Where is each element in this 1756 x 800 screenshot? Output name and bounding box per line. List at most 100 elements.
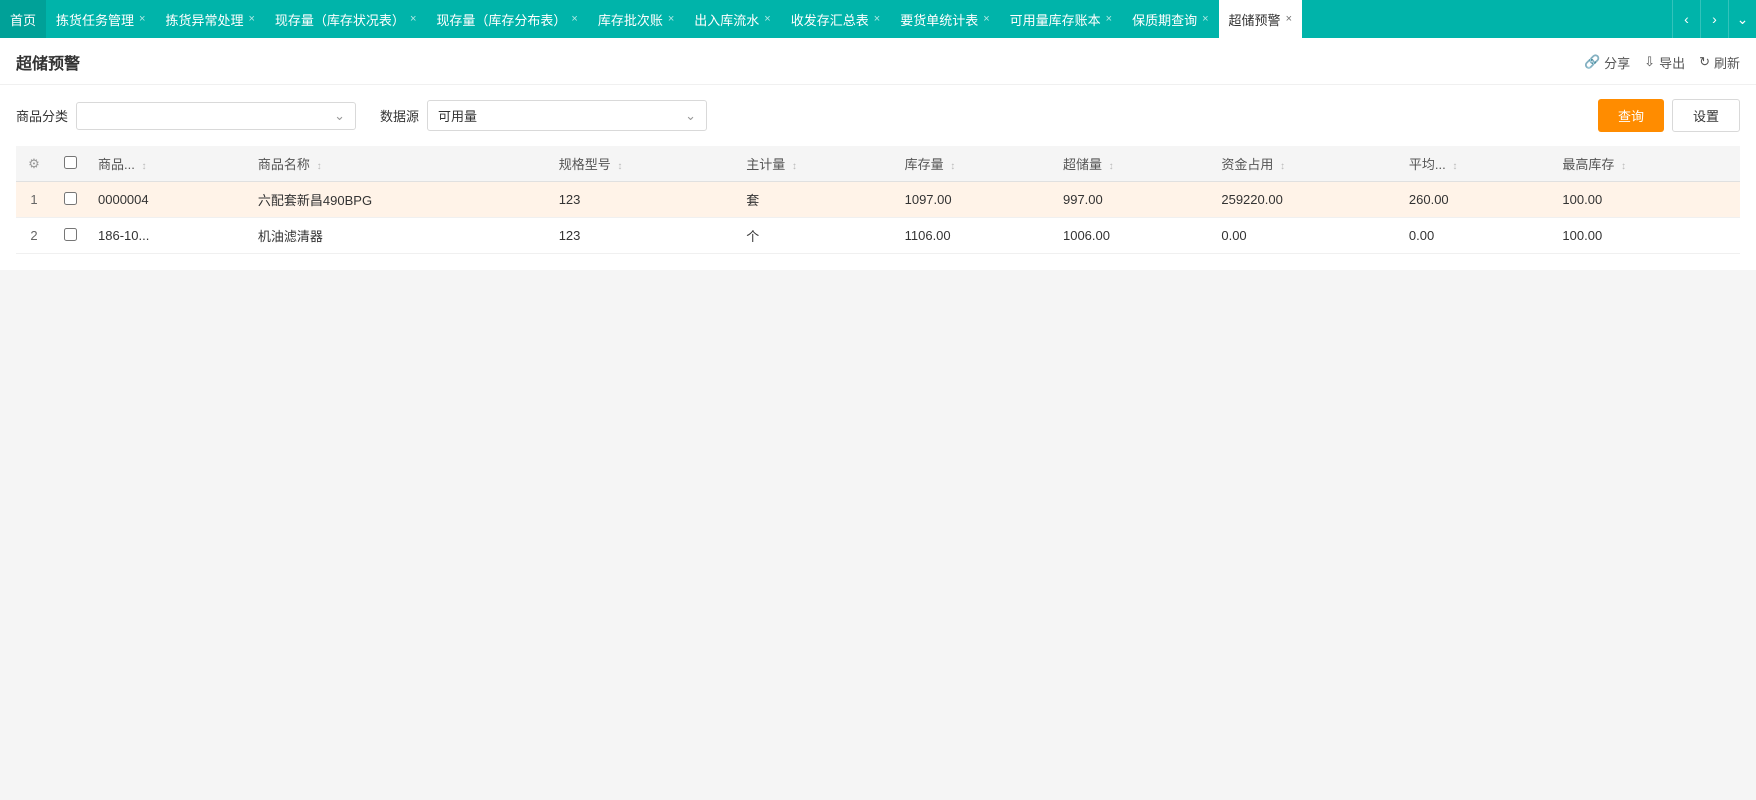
sort-icon[interactable]: ↕ <box>317 161 322 172</box>
col-max-label: 最高库存 <box>1562 157 1614 172</box>
col-select-all[interactable] <box>52 146 88 182</box>
row-spec: 123 <box>549 182 737 218</box>
table-row: 1 0000004 六配套新昌490BPG 123 套 1097.00 997.… <box>16 182 1740 218</box>
sort-icon[interactable]: ↕ <box>1452 161 1457 172</box>
nav-task-mgmt[interactable]: 拣货任务管理 × <box>46 0 155 38</box>
refresh-button[interactable]: ↻ 刷新 <box>1699 53 1740 72</box>
nav-batch[interactable]: 库存批次账 × <box>588 0 684 38</box>
row-checkbox-cell[interactable] <box>52 182 88 218</box>
export-label: 导出 <box>1659 53 1685 72</box>
nav-stock-status[interactable]: 现存量（库存状况表） × <box>265 0 426 38</box>
filter-buttons: 查询 设置 <box>1598 99 1740 132</box>
nav-close-icon[interactable]: × <box>1286 13 1292 25</box>
nav-close-icon[interactable]: × <box>571 13 577 25</box>
query-button[interactable]: 查询 <box>1598 99 1664 132</box>
table-wrapper: ⚙ 商品... ↕ 商品名称 ↕ 规格型号 ↕ <box>0 146 1756 270</box>
table-body: 1 0000004 六配套新昌490BPG 123 套 1097.00 997.… <box>16 182 1740 254</box>
nav-close-icon[interactable]: × <box>248 13 254 25</box>
row-avg: 260.00 <box>1399 182 1553 218</box>
col-settings[interactable]: ⚙ <box>16 146 52 182</box>
nav-menu-arrow[interactable]: ⌄ <box>1728 0 1756 38</box>
sort-icon[interactable]: ↕ <box>617 161 622 172</box>
filter-area: 商品分类 ⌄ 数据源 可用量 ⌄ 查询 设置 <box>0 85 1756 146</box>
row-capital: 0.00 <box>1211 218 1399 254</box>
datasource-select[interactable]: 可用量 ⌄ <box>427 100 707 131</box>
col-spec-label: 规格型号 <box>559 157 611 172</box>
col-unit-label: 主计量 <box>746 157 785 172</box>
nav-quality[interactable]: 保质期查询 × <box>1122 0 1218 38</box>
row-code: 0000004 <box>88 182 248 218</box>
category-filter: 商品分类 ⌄ <box>16 102 356 130</box>
row-checkbox[interactable] <box>64 228 77 241</box>
col-header-unit: 主计量 ↕ <box>736 146 894 182</box>
nav-close-icon[interactable]: × <box>1202 13 1208 25</box>
row-number: 1 <box>16 182 52 218</box>
nav-home-label: 首页 <box>10 10 36 29</box>
nav-right-arrow[interactable]: › <box>1700 0 1728 38</box>
sort-icon[interactable]: ↕ <box>950 161 955 172</box>
nav-available[interactable]: 可用量库存账本 × <box>1000 0 1122 38</box>
nav-left-arrow[interactable]: ‹ <box>1672 0 1700 38</box>
nav-overstock-label: 超储预警 <box>1229 10 1281 29</box>
row-checkbox-cell[interactable] <box>52 218 88 254</box>
nav-demand-label: 要货单统计表 <box>900 10 978 29</box>
top-navigation: 首页 拣货任务管理 × 拣货异常处理 × 现存量（库存状况表） × 现存量（库存… <box>0 0 1756 38</box>
datasource-filter: 数据源 可用量 ⌄ <box>380 100 707 131</box>
sort-icon[interactable]: ↕ <box>1621 161 1626 172</box>
export-button[interactable]: ⇩ 导出 <box>1644 53 1685 72</box>
row-unit: 套 <box>736 182 894 218</box>
nav-close-icon[interactable]: × <box>1106 13 1112 25</box>
row-checkbox[interactable] <box>64 192 77 205</box>
nav-task-mgmt-label: 拣货任务管理 <box>56 10 134 29</box>
refresh-icon: ↻ <box>1699 54 1710 70</box>
page-title: 超储预警 <box>16 50 80 74</box>
nav-close-icon[interactable]: × <box>668 13 674 25</box>
col-header-max: 最高库存 ↕ <box>1552 146 1740 182</box>
select-all-checkbox[interactable] <box>64 156 77 169</box>
category-label: 商品分类 <box>16 106 68 125</box>
row-stock: 1106.00 <box>895 218 1053 254</box>
nav-summary[interactable]: 收发存汇总表 × <box>781 0 890 38</box>
page-content: 超储预警 🔗 分享 ⇩ 导出 ↻ 刷新 商品分类 ⌄ 数据源 <box>0 38 1756 270</box>
share-button[interactable]: 🔗 分享 <box>1584 53 1630 72</box>
col-avg-label: 平均... <box>1409 157 1446 172</box>
sort-icon[interactable]: ↕ <box>141 161 146 172</box>
nav-abnormal[interactable]: 拣货异常处理 × <box>155 0 264 38</box>
sort-icon[interactable]: ↕ <box>1109 161 1114 172</box>
col-name-label: 商品名称 <box>258 157 310 172</box>
nav-close-icon[interactable]: × <box>983 13 989 25</box>
table-header: ⚙ 商品... ↕ 商品名称 ↕ 规格型号 ↕ <box>16 146 1740 182</box>
overstock-table: ⚙ 商品... ↕ 商品名称 ↕ 规格型号 ↕ <box>16 146 1740 254</box>
col-over-label: 超储量 <box>1063 157 1102 172</box>
gear-icon: ⚙ <box>28 156 40 171</box>
chevron-down-icon: ⌄ <box>334 108 345 124</box>
refresh-label: 刷新 <box>1714 53 1740 72</box>
nav-overstock[interactable]: 超储预警 × <box>1219 0 1302 38</box>
col-code-label: 商品... <box>98 157 135 172</box>
row-name: 机油滤清器 <box>248 218 549 254</box>
nav-close-icon[interactable]: × <box>764 13 770 25</box>
share-label: 分享 <box>1604 53 1630 72</box>
nav-close-icon[interactable]: × <box>410 13 416 25</box>
nav-demand[interactable]: 要货单统计表 × <box>890 0 999 38</box>
col-header-over: 超储量 ↕ <box>1053 146 1211 182</box>
nav-home[interactable]: 首页 <box>0 0 46 38</box>
nav-inout-flow[interactable]: 出入库流水 × <box>684 0 780 38</box>
nav-close-icon[interactable]: × <box>139 13 145 25</box>
settings-button[interactable]: 设置 <box>1672 99 1740 132</box>
col-header-code: 商品... ↕ <box>88 146 248 182</box>
row-spec: 123 <box>549 218 737 254</box>
nav-stock-dist[interactable]: 现存量（库存分布表） × <box>426 0 587 38</box>
col-header-name: 商品名称 ↕ <box>248 146 549 182</box>
sort-icon[interactable]: ↕ <box>1280 161 1285 172</box>
col-stock-label: 库存量 <box>905 157 944 172</box>
category-select[interactable]: ⌄ <box>76 102 356 130</box>
sort-icon[interactable]: ↕ <box>792 161 797 172</box>
col-header-stock: 库存量 ↕ <box>895 146 1053 182</box>
chevron-down-icon: ⌄ <box>685 108 696 124</box>
col-header-capital: 资金占用 ↕ <box>1211 146 1399 182</box>
row-over: 1006.00 <box>1053 218 1211 254</box>
table-row: 2 186-10... 机油滤清器 123 个 1106.00 1006.00 … <box>16 218 1740 254</box>
nav-batch-label: 库存批次账 <box>598 10 663 29</box>
nav-close-icon[interactable]: × <box>874 13 880 25</box>
